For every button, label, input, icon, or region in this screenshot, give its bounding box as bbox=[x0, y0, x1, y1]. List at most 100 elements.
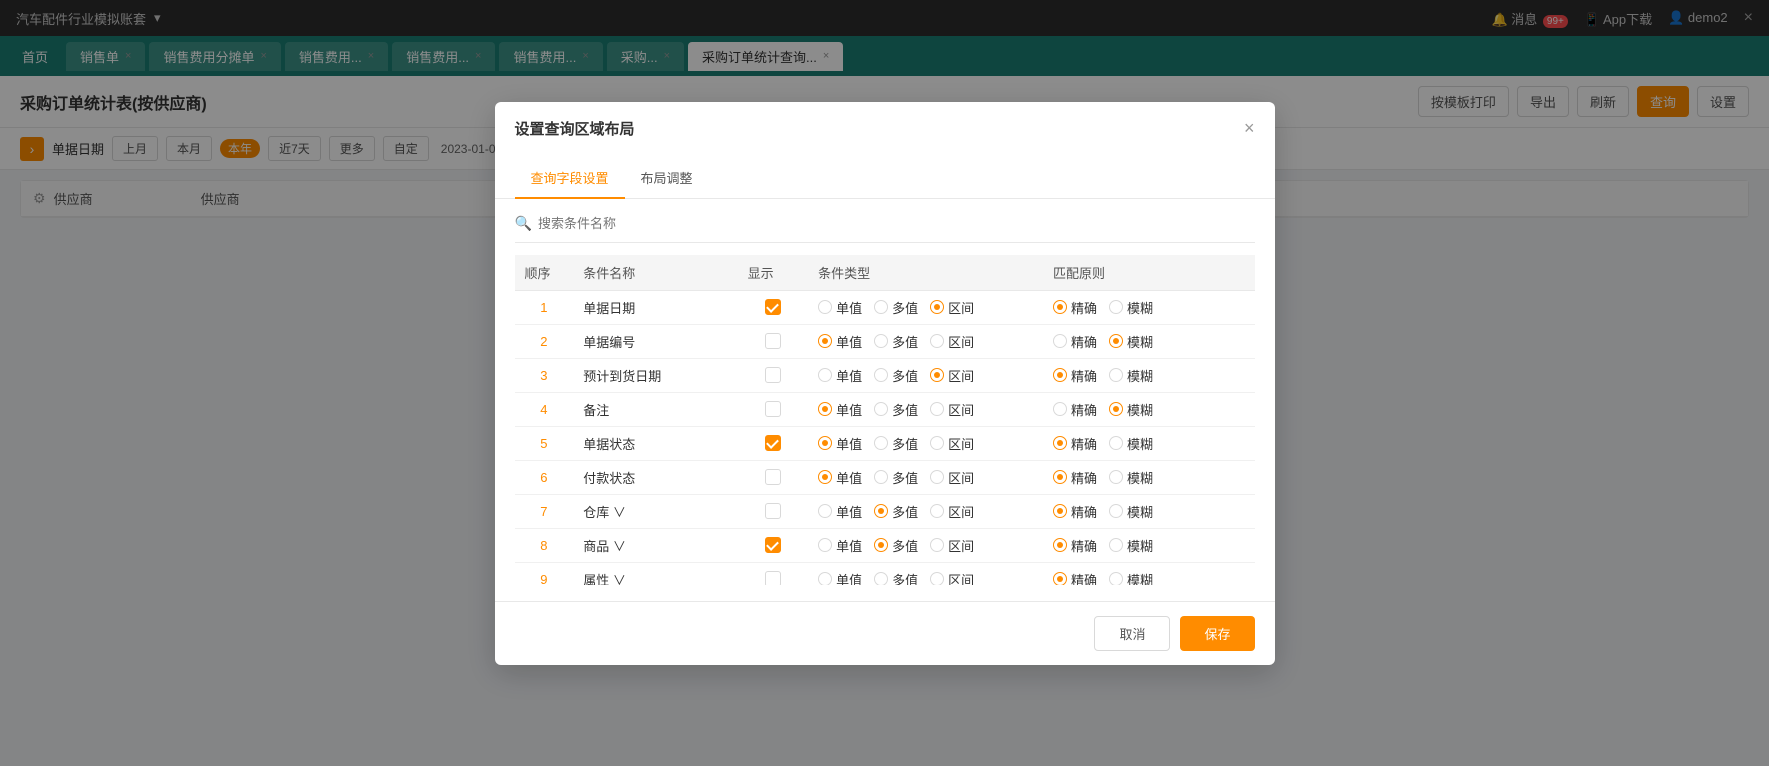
row-display-checkbox[interactable] bbox=[738, 528, 808, 562]
radio-match-fuzzy[interactable]: 模糊 bbox=[1109, 434, 1153, 453]
th-display: 显示 bbox=[738, 255, 808, 291]
radio-match-fuzzy[interactable]: 模糊 bbox=[1109, 502, 1153, 521]
radio-type-range[interactable]: 区间 bbox=[930, 570, 974, 585]
th-order: 顺序 bbox=[515, 255, 574, 291]
modal-search-area: 🔍 bbox=[515, 215, 1255, 243]
row-condition-name: 付款状态 bbox=[573, 460, 737, 494]
modal-body: 🔍 顺序 条件名称 显示 条件类型 匹配原则 bbox=[495, 199, 1275, 601]
radio-type-range[interactable]: 区间 bbox=[930, 502, 974, 521]
search-input[interactable] bbox=[538, 216, 1255, 231]
table-row: 3预计到货日期单值多值区间精确模糊 bbox=[515, 358, 1255, 392]
row-type-group: 单值多值区间 bbox=[808, 358, 1043, 392]
row-match-group: 精确模糊 bbox=[1043, 290, 1254, 324]
row-display-checkbox[interactable] bbox=[738, 562, 808, 585]
radio-type-multi[interactable]: 多值 bbox=[874, 570, 918, 585]
row-match-group: 精确模糊 bbox=[1043, 358, 1254, 392]
radio-type-multi[interactable]: 多值 bbox=[874, 400, 918, 419]
radio-type-multi[interactable]: 多值 bbox=[874, 332, 918, 351]
conditions-table-wrapper[interactable]: 顺序 条件名称 显示 条件类型 匹配原则 1单据日期单值多值区间精确模糊2单据编… bbox=[515, 255, 1255, 585]
conditions-table: 顺序 条件名称 显示 条件类型 匹配原则 1单据日期单值多值区间精确模糊2单据编… bbox=[515, 255, 1255, 585]
radio-type-single[interactable]: 单值 bbox=[818, 570, 862, 585]
radio-match-exact[interactable]: 精确 bbox=[1053, 502, 1097, 521]
radio-type-multi[interactable]: 多值 bbox=[874, 298, 918, 317]
radio-match-fuzzy[interactable]: 模糊 bbox=[1109, 400, 1153, 419]
row-order: 4 bbox=[515, 392, 574, 426]
cancel-button[interactable]: 取消 bbox=[1094, 616, 1170, 651]
radio-match-exact[interactable]: 精确 bbox=[1053, 434, 1097, 453]
radio-type-single[interactable]: 单值 bbox=[818, 536, 862, 555]
modal-footer: 取消 保存 bbox=[495, 601, 1275, 665]
radio-match-fuzzy[interactable]: 模糊 bbox=[1109, 536, 1153, 555]
radio-type-multi[interactable]: 多值 bbox=[874, 468, 918, 487]
radio-type-multi[interactable]: 多值 bbox=[874, 434, 918, 453]
row-match-group: 精确模糊 bbox=[1043, 324, 1254, 358]
th-name: 条件名称 bbox=[573, 255, 737, 291]
row-condition-name: 单据日期 bbox=[573, 290, 737, 324]
radio-type-multi[interactable]: 多值 bbox=[874, 536, 918, 555]
radio-type-range[interactable]: 区间 bbox=[930, 468, 974, 487]
row-display-checkbox[interactable] bbox=[738, 392, 808, 426]
table-row: 7仓库 ∨ 单值多值区间 精确模糊 bbox=[515, 494, 1255, 528]
radio-type-single[interactable]: 单值 bbox=[818, 400, 862, 419]
radio-match-fuzzy[interactable]: 模糊 bbox=[1109, 332, 1153, 351]
row-order: 7 bbox=[515, 494, 574, 528]
radio-type-multi[interactable]: 多值 bbox=[874, 366, 918, 385]
radio-type-range[interactable]: 区间 bbox=[930, 536, 974, 555]
th-type: 条件类型 bbox=[808, 255, 1043, 291]
table-row: 5单据状态单值多值区间精确模糊 bbox=[515, 426, 1255, 460]
row-type-group: 单值多值区间 bbox=[808, 426, 1043, 460]
radio-match-exact[interactable]: 精确 bbox=[1053, 536, 1097, 555]
radio-type-range[interactable]: 区间 bbox=[930, 434, 974, 453]
radio-type-single[interactable]: 单值 bbox=[818, 468, 862, 487]
row-condition-name: 预计到货日期 bbox=[573, 358, 737, 392]
radio-match-exact[interactable]: 精确 bbox=[1053, 298, 1097, 317]
radio-match-exact[interactable]: 精确 bbox=[1053, 366, 1097, 385]
row-display-checkbox[interactable] bbox=[738, 290, 808, 324]
radio-match-fuzzy[interactable]: 模糊 bbox=[1109, 468, 1153, 487]
radio-type-multi[interactable]: 多值 bbox=[874, 502, 918, 521]
radio-type-range[interactable]: 区间 bbox=[930, 298, 974, 317]
table-row: 6付款状态单值多值区间精确模糊 bbox=[515, 460, 1255, 494]
radio-type-range[interactable]: 区间 bbox=[930, 366, 974, 385]
row-type-group: 单值多值区间 bbox=[808, 528, 1043, 562]
save-button[interactable]: 保存 bbox=[1180, 616, 1254, 651]
radio-match-exact[interactable]: 精确 bbox=[1053, 400, 1097, 419]
radio-type-single[interactable]: 单值 bbox=[818, 298, 862, 317]
row-type-group: 单值多值区间 bbox=[808, 290, 1043, 324]
modal-close-button[interactable]: × bbox=[1244, 118, 1255, 151]
radio-type-single[interactable]: 单值 bbox=[818, 332, 862, 351]
row-display-checkbox[interactable] bbox=[738, 494, 808, 528]
radio-match-exact[interactable]: 精确 bbox=[1053, 570, 1097, 585]
row-order: 9 bbox=[515, 562, 574, 585]
row-condition-name: 单据编号 bbox=[573, 324, 737, 358]
row-condition-name: 单据状态 bbox=[573, 426, 737, 460]
row-display-checkbox[interactable] bbox=[738, 426, 808, 460]
modal-title: 设置查询区域布局 bbox=[515, 118, 635, 151]
tab-layout[interactable]: 布局调整 bbox=[625, 158, 709, 199]
table-row: 9属性 ∨单值多值区间精确模糊 bbox=[515, 562, 1255, 585]
radio-type-single[interactable]: 单值 bbox=[818, 502, 862, 521]
radio-match-fuzzy[interactable]: 模糊 bbox=[1109, 570, 1153, 585]
radio-type-range[interactable]: 区间 bbox=[930, 400, 974, 419]
radio-type-range[interactable]: 区间 bbox=[930, 332, 974, 351]
table-row: 8商品 ∨单值多值区间精确模糊 bbox=[515, 528, 1255, 562]
row-condition-name: 仓库 ∨ bbox=[573, 494, 737, 528]
radio-type-single[interactable]: 单值 bbox=[818, 366, 862, 385]
row-type-group: 单值多值区间 bbox=[808, 562, 1043, 585]
row-type-group: 单值多值区间 bbox=[808, 460, 1043, 494]
row-display-checkbox[interactable] bbox=[738, 460, 808, 494]
tab-query-fields[interactable]: 查询字段设置 bbox=[515, 158, 625, 199]
radio-type-single[interactable]: 单值 bbox=[818, 434, 862, 453]
row-condition-name: 备注 bbox=[573, 392, 737, 426]
row-order: 1 bbox=[515, 290, 574, 324]
row-display-checkbox[interactable] bbox=[738, 324, 808, 358]
row-match-group: 精确模糊 bbox=[1043, 392, 1254, 426]
radio-match-exact[interactable]: 精确 bbox=[1053, 332, 1097, 351]
row-display-checkbox[interactable] bbox=[738, 358, 808, 392]
row-match-group: 精确模糊 bbox=[1043, 494, 1254, 528]
radio-match-fuzzy[interactable]: 模糊 bbox=[1109, 298, 1153, 317]
row-match-group: 精确模糊 bbox=[1043, 562, 1254, 585]
row-order: 5 bbox=[515, 426, 574, 460]
radio-match-exact[interactable]: 精确 bbox=[1053, 468, 1097, 487]
radio-match-fuzzy[interactable]: 模糊 bbox=[1109, 366, 1153, 385]
